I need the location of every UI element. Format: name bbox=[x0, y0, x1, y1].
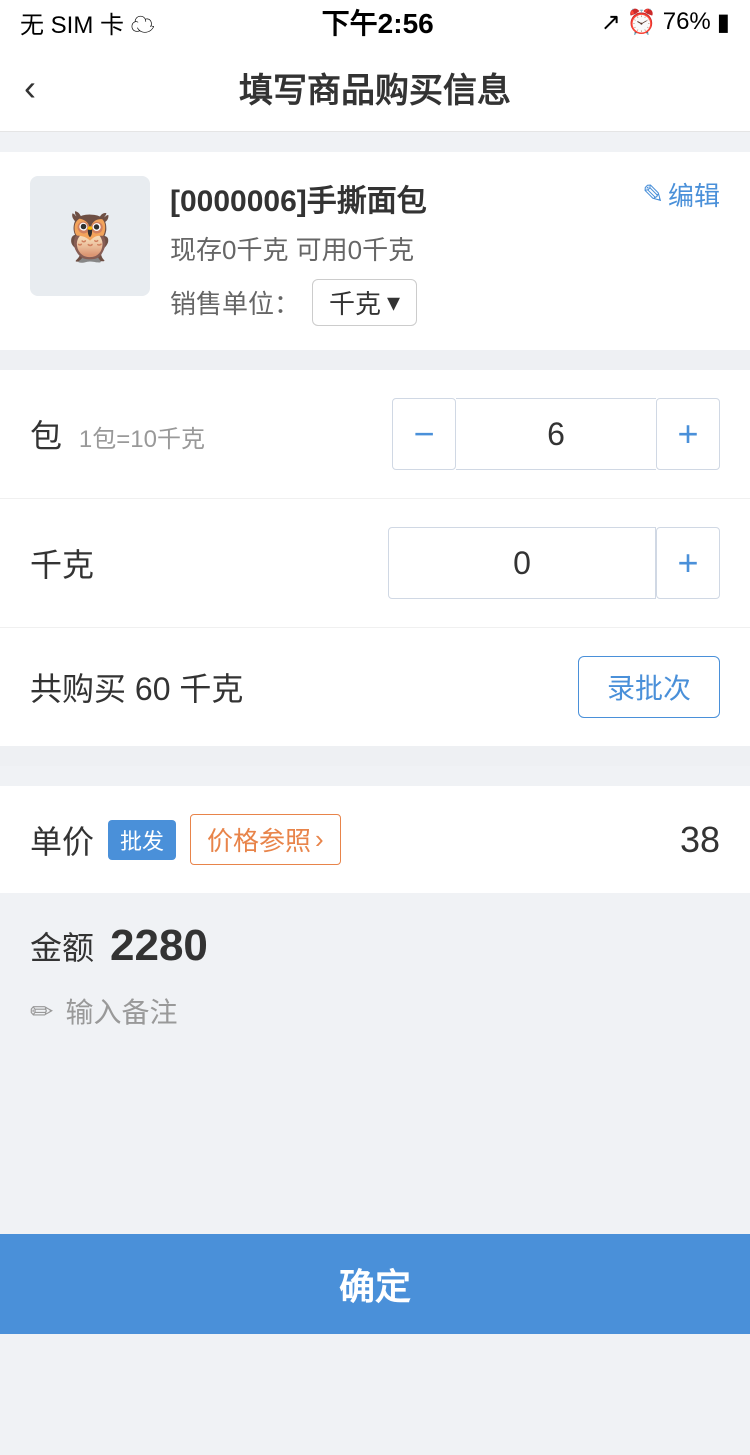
pack-increment-button[interactable]: + bbox=[656, 398, 720, 470]
total-row: 共购买 60 千克 录批次 bbox=[0, 628, 750, 746]
product-card: 🦉 [0000006]手撕面包 ✎ 编辑 现存0千克 可用0千克 销售单位： 千… bbox=[0, 152, 750, 350]
location-icon: ↗ bbox=[601, 8, 621, 37]
price-ref-label: 价格参照 bbox=[207, 821, 311, 858]
status-time: 下午2:56 bbox=[322, 2, 434, 42]
remark-row[interactable]: ✏ 输入备注 bbox=[30, 991, 720, 1055]
pack-quantity-input[interactable] bbox=[456, 398, 656, 470]
confirm-button[interactable]: 确定 bbox=[0, 1234, 750, 1334]
page-title: 填写商品购买信息 bbox=[239, 63, 511, 112]
product-image-logo: 🦉 bbox=[60, 208, 120, 265]
unit-select[interactable]: 千克 ▾ bbox=[312, 279, 417, 326]
product-image: 🦉 bbox=[30, 176, 150, 296]
remark-placeholder: 输入备注 bbox=[65, 991, 177, 1031]
kg-input-row: 千克 + bbox=[0, 499, 750, 628]
back-button[interactable]: ‹ bbox=[24, 67, 36, 109]
price-ref-button[interactable]: 价格参照 › bbox=[190, 814, 341, 865]
amount-section: 金额 2280 ✏ 输入备注 bbox=[0, 893, 750, 1055]
batch-tag: 批发 bbox=[108, 820, 176, 860]
amount-value: 2280 bbox=[110, 921, 208, 971]
chevron-down-icon: ▾ bbox=[387, 287, 400, 318]
battery-icon: ▮ bbox=[717, 8, 730, 37]
kg-quantity-control: + bbox=[388, 527, 720, 599]
pack-input-row: 包 1包=10千克 − + bbox=[0, 370, 750, 499]
divider-2 bbox=[0, 746, 750, 766]
product-info: [0000006]手撕面包 ✎ 编辑 现存0千克 可用0千克 销售单位： 千克 … bbox=[170, 176, 720, 326]
price-section: 单价 批发 价格参照 › 38 bbox=[0, 786, 750, 893]
pack-sublabel: 1包=10千克 bbox=[79, 426, 205, 453]
product-unit-row: 销售单位： 千克 ▾ bbox=[170, 279, 720, 326]
unit-value: 千克 bbox=[329, 284, 381, 321]
edit-button[interactable]: ✎ 编辑 bbox=[642, 176, 720, 213]
kg-increment-button[interactable]: + bbox=[656, 527, 720, 599]
pack-label: 包 1包=10千克 bbox=[30, 411, 392, 457]
sim-status: 无 SIM 卡 ☁ bbox=[20, 5, 155, 40]
kg-quantity-input[interactable] bbox=[388, 527, 656, 599]
pencil-icon: ✏ bbox=[30, 995, 53, 1028]
batch-button[interactable]: 录批次 bbox=[578, 656, 720, 718]
battery-level: 76% bbox=[663, 8, 711, 36]
status-bar: 无 SIM 卡 ☁ 下午2:56 ↗ ⏰ 76% ▮ bbox=[0, 0, 750, 44]
price-row: 单价 批发 价格参照 › 38 bbox=[30, 814, 720, 865]
edit-label: 编辑 bbox=[668, 176, 720, 213]
nav-bar: ‹ 填写商品购买信息 bbox=[0, 44, 750, 132]
unit-label: 销售单位： bbox=[170, 284, 300, 321]
chevron-right-icon: › bbox=[315, 824, 324, 855]
status-right: ↗ ⏰ 76% ▮ bbox=[601, 8, 730, 37]
product-name: [0000006]手撕面包 bbox=[170, 176, 642, 220]
product-stock: 现存0千克 可用0千克 bbox=[170, 230, 720, 267]
total-text: 共购买 60 千克 bbox=[30, 664, 243, 710]
total-quantity-value: 60 bbox=[135, 671, 171, 707]
price-label-group: 单价 批发 价格参照 › bbox=[30, 814, 341, 865]
price-label: 单价 bbox=[30, 817, 94, 863]
divider-1 bbox=[0, 350, 750, 370]
amount-row: 金额 2280 bbox=[30, 921, 720, 991]
kg-label: 千克 bbox=[30, 540, 388, 586]
alarm-icon: ⏰ bbox=[627, 8, 657, 37]
input-section: 包 1包=10千克 − + 千克 + bbox=[0, 370, 750, 628]
price-value: 38 bbox=[680, 819, 720, 861]
total-unit-value: 千克 bbox=[179, 671, 243, 707]
product-name-row: [0000006]手撕面包 ✎ 编辑 bbox=[170, 176, 720, 220]
edit-icon: ✎ bbox=[642, 179, 664, 210]
pack-decrement-button[interactable]: − bbox=[392, 398, 456, 470]
amount-label: 金额 bbox=[30, 923, 94, 969]
pack-quantity-control: − + bbox=[392, 398, 720, 470]
total-prefix: 共购买 bbox=[30, 671, 126, 707]
status-left: 无 SIM 卡 ☁ bbox=[20, 5, 155, 40]
